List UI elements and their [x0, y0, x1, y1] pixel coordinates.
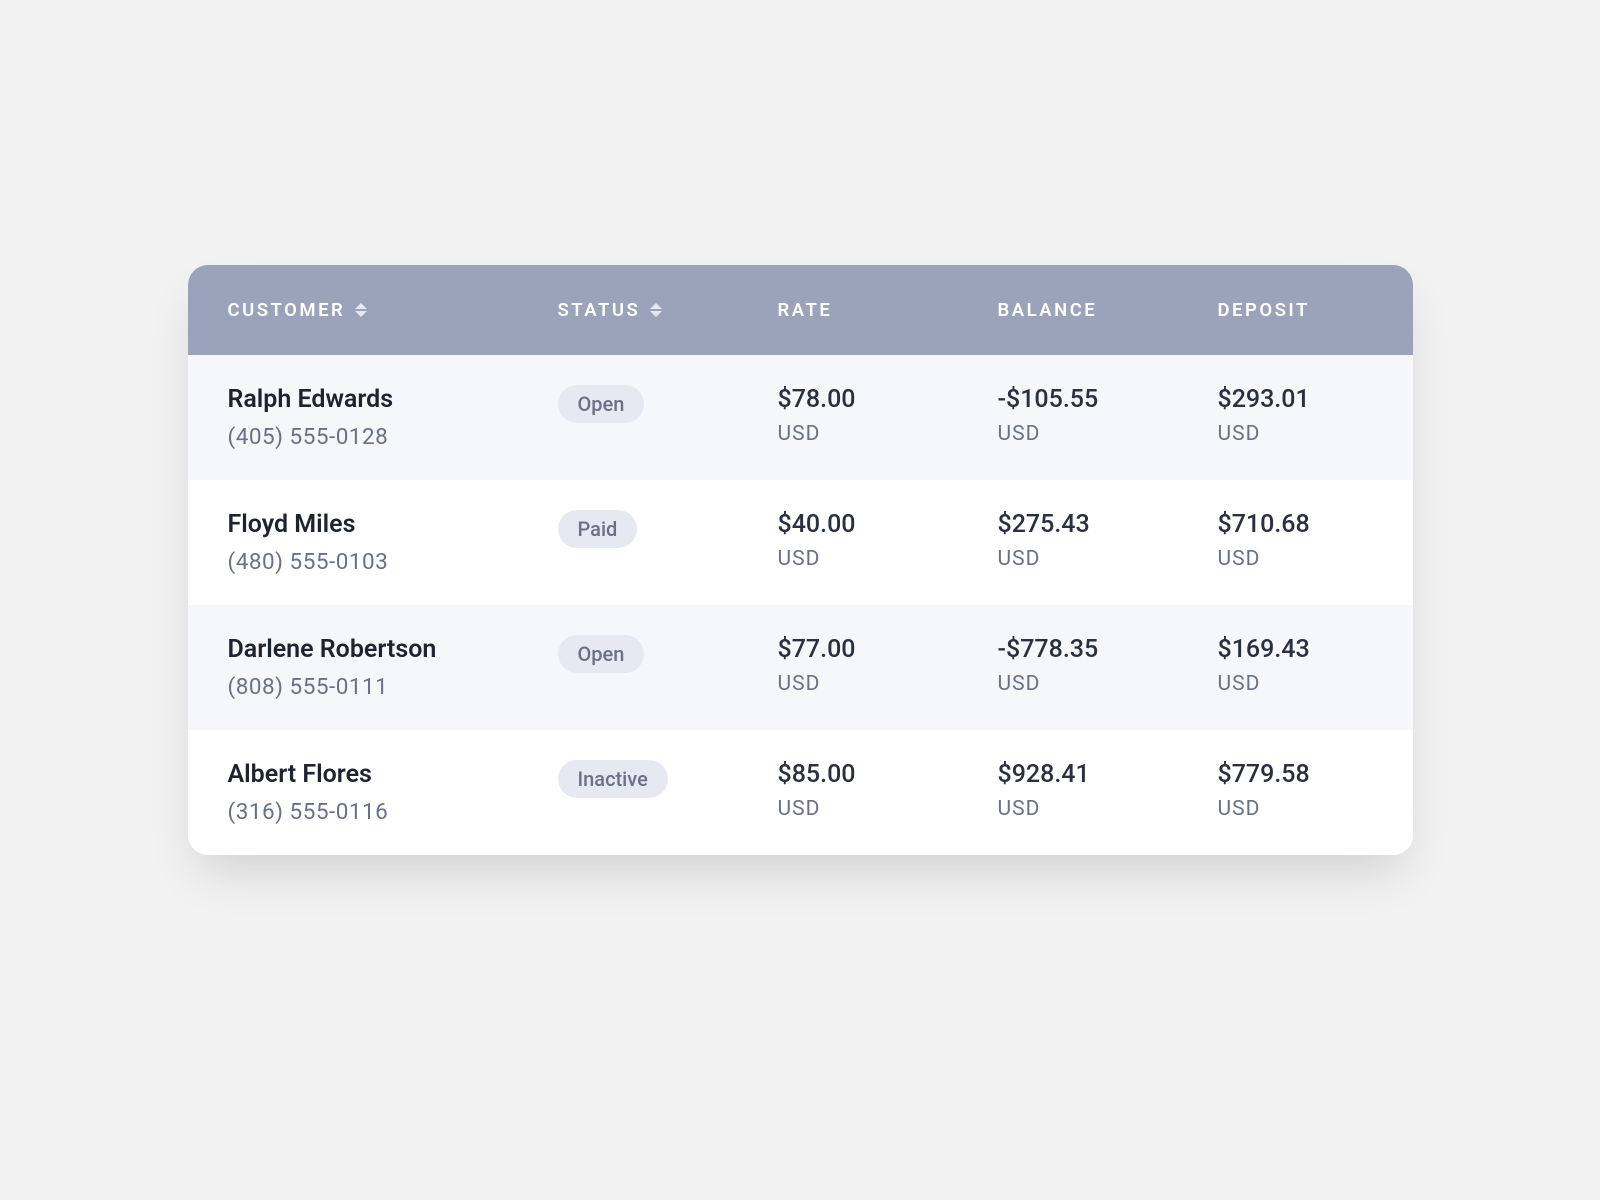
status-cell: Paid	[558, 510, 778, 548]
rate-currency: USD	[778, 422, 998, 446]
status-badge: Open	[558, 635, 645, 673]
deposit-currency: USD	[1218, 672, 1413, 696]
customer-name: Darlene Robertson	[228, 635, 558, 664]
header-rate-label: RATE	[778, 299, 833, 321]
rate-currency: USD	[778, 547, 998, 571]
customer-name: Floyd Miles	[228, 510, 558, 539]
balance-amount: -$778.35	[998, 635, 1218, 664]
status-badge: Open	[558, 385, 645, 423]
status-cell: Open	[558, 635, 778, 673]
customer-cell: Albert Flores (316) 555-0116	[228, 760, 558, 825]
deposit-cell: $779.58 USD	[1218, 760, 1413, 821]
customer-cell: Darlene Robertson (808) 555-0111	[228, 635, 558, 700]
deposit-amount: $710.68	[1218, 510, 1413, 539]
customer-cell: Ralph Edwards (405) 555-0128	[228, 385, 558, 450]
status-cell: Inactive	[558, 760, 778, 798]
rate-currency: USD	[778, 672, 998, 696]
deposit-currency: USD	[1218, 797, 1413, 821]
table-row[interactable]: Albert Flores (316) 555-0116 Inactive $8…	[188, 730, 1413, 855]
rate-amount: $85.00	[778, 760, 998, 789]
rate-currency: USD	[778, 797, 998, 821]
header-status-label: STATUS	[558, 299, 641, 321]
rate-amount: $78.00	[778, 385, 998, 414]
customer-name: Ralph Edwards	[228, 385, 558, 414]
table-header: CUSTOMER STATUS RATE BALANCE DEPOSIT	[188, 265, 1413, 355]
table-row[interactable]: Floyd Miles (480) 555-0103 Paid $40.00 U…	[188, 480, 1413, 605]
header-deposit[interactable]: DEPOSIT	[1218, 299, 1413, 321]
balance-currency: USD	[998, 547, 1218, 571]
header-customer-label: CUSTOMER	[228, 299, 346, 321]
deposit-amount: $293.01	[1218, 385, 1413, 414]
header-rate[interactable]: RATE	[778, 299, 998, 321]
customer-phone: (316) 555-0116	[228, 799, 558, 825]
balance-amount: -$105.55	[998, 385, 1218, 414]
balance-cell: -$778.35 USD	[998, 635, 1218, 696]
deposit-amount: $779.58	[1218, 760, 1413, 789]
balance-currency: USD	[998, 797, 1218, 821]
sort-icon	[650, 303, 662, 317]
customer-phone: (405) 555-0128	[228, 424, 558, 450]
customer-name: Albert Flores	[228, 760, 558, 789]
deposit-cell: $710.68 USD	[1218, 510, 1413, 571]
balance-cell: $928.41 USD	[998, 760, 1218, 821]
table-row[interactable]: Ralph Edwards (405) 555-0128 Open $78.00…	[188, 355, 1413, 480]
header-status[interactable]: STATUS	[558, 299, 778, 321]
deposit-cell: $293.01 USD	[1218, 385, 1413, 446]
header-customer[interactable]: CUSTOMER	[228, 299, 558, 321]
rate-amount: $40.00	[778, 510, 998, 539]
rate-cell: $77.00 USD	[778, 635, 998, 696]
customer-phone: (808) 555-0111	[228, 674, 558, 700]
header-balance-label: BALANCE	[998, 299, 1098, 321]
deposit-currency: USD	[1218, 547, 1413, 571]
balance-cell: $275.43 USD	[998, 510, 1218, 571]
sort-icon	[355, 303, 367, 317]
balance-amount: $928.41	[998, 760, 1218, 789]
balance-currency: USD	[998, 422, 1218, 446]
rate-cell: $78.00 USD	[778, 385, 998, 446]
rate-amount: $77.00	[778, 635, 998, 664]
deposit-cell: $169.43 USD	[1218, 635, 1413, 696]
rate-cell: $85.00 USD	[778, 760, 998, 821]
balance-cell: -$105.55 USD	[998, 385, 1218, 446]
header-balance[interactable]: BALANCE	[998, 299, 1218, 321]
customer-phone: (480) 555-0103	[228, 549, 558, 575]
deposit-amount: $169.43	[1218, 635, 1413, 664]
rate-cell: $40.00 USD	[778, 510, 998, 571]
balance-amount: $275.43	[998, 510, 1218, 539]
status-badge: Inactive	[558, 760, 668, 798]
status-cell: Open	[558, 385, 778, 423]
customer-cell: Floyd Miles (480) 555-0103	[228, 510, 558, 575]
balance-currency: USD	[998, 672, 1218, 696]
customer-table: CUSTOMER STATUS RATE BALANCE DEPOSIT Ral…	[188, 265, 1413, 855]
header-deposit-label: DEPOSIT	[1218, 299, 1310, 321]
status-badge: Paid	[558, 510, 638, 548]
deposit-currency: USD	[1218, 422, 1413, 446]
table-row[interactable]: Darlene Robertson (808) 555-0111 Open $7…	[188, 605, 1413, 730]
